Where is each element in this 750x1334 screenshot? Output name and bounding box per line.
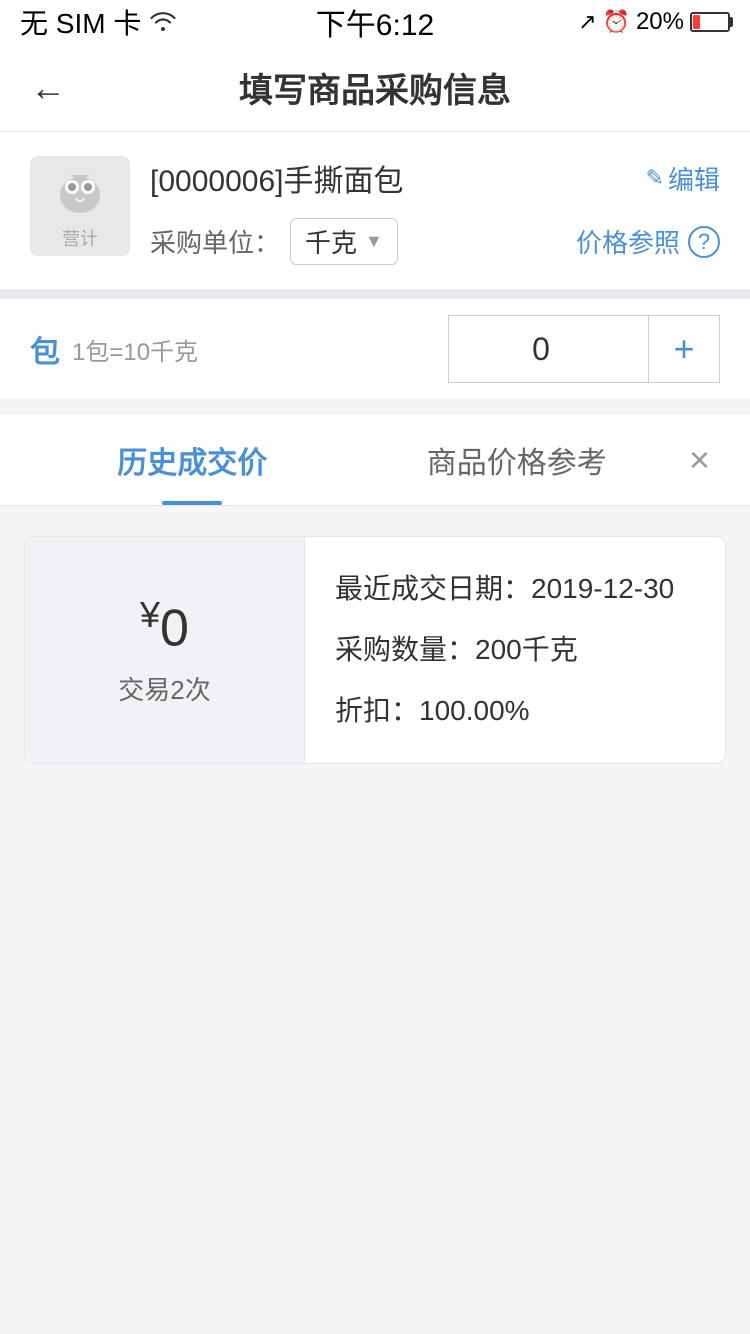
product-name: [0000006]手撕面包 (150, 156, 403, 200)
edit-icon: ✎ (646, 165, 664, 191)
price-detail-right: 最近成交日期：2019-12-30 采购数量：200千克 折扣：100.00% (305, 537, 725, 763)
product-thumbnail: 营计 (30, 156, 130, 256)
discount-row: 折扣：100.00% (335, 689, 695, 734)
tab-history-price[interactable]: 历史成交价 (30, 415, 354, 505)
price-ref-help-icon: ? (688, 226, 720, 258)
dropdown-arrow-icon: ▼ (365, 231, 383, 252)
tabs-container: 历史成交价 商品价格参考 × (0, 415, 750, 506)
nav-bar: ← 填写商品采购信息 (0, 44, 750, 132)
price-reference-button[interactable]: 价格参照 ? (576, 223, 720, 260)
tab-product-price-ref[interactable]: 商品价格参考 (354, 415, 678, 505)
alarm-icon: ⏰ (603, 9, 630, 35)
wifi-icon (149, 6, 177, 38)
trade-count: 交易2次 (118, 670, 210, 707)
unit-row: 采购单位： 千克 ▼ (150, 218, 398, 265)
quantity-input[interactable] (448, 315, 648, 383)
battery-pct: 20% (636, 8, 684, 36)
price-display: ¥0 (140, 594, 189, 658)
location-icon: ↗ (578, 9, 596, 35)
tabs-header: 历史成交价 商品价格参考 × (0, 415, 750, 505)
product-card: 营计 [0000006]手撕面包 ✎ 编辑 采购单位： 千克 ▼ 价格参照 (0, 132, 750, 289)
no-sim-label: 无 SIM 卡 (20, 2, 141, 42)
thumbnail-label: 营计 (62, 225, 98, 251)
status-left: 无 SIM 卡 (20, 2, 177, 42)
quantity-input-group: + (448, 315, 720, 383)
latest-date-row: 最近成交日期：2019-12-30 (335, 567, 695, 612)
status-right: ↗ ⏰ 20% (578, 8, 730, 36)
quantity-row: 包 1包=10千克 + (0, 299, 750, 399)
unit-select-dropdown[interactable]: 千克 ▼ (290, 218, 398, 265)
price-summary-left: ¥0 交易2次 (25, 537, 305, 763)
tab-active-underline (162, 501, 222, 505)
page-title: 填写商品采购信息 (239, 63, 511, 112)
history-price-card: ¥0 交易2次 最近成交日期：2019-12-30 采购数量：200千克 折扣：… (24, 536, 726, 764)
close-button[interactable]: × (679, 432, 720, 488)
quantity-unit-badge: 包 (30, 327, 60, 371)
unit-equivalence: 1包=10千克 (72, 332, 198, 367)
product-info: [0000006]手撕面包 ✎ 编辑 采购单位： 千克 ▼ 价格参照 ? (150, 156, 720, 265)
status-time: 下午6:12 (316, 0, 434, 44)
purchase-quantity-row: 采购数量：200千克 (335, 628, 695, 673)
status-bar: 无 SIM 卡 下午6:12 ↗ ⏰ 20% (0, 0, 750, 44)
quantity-plus-button[interactable]: + (648, 315, 720, 383)
edit-button[interactable]: ✎ 编辑 (646, 160, 720, 197)
back-button[interactable]: ← (20, 57, 76, 119)
section-divider (0, 289, 750, 299)
battery-indicator (690, 12, 730, 32)
